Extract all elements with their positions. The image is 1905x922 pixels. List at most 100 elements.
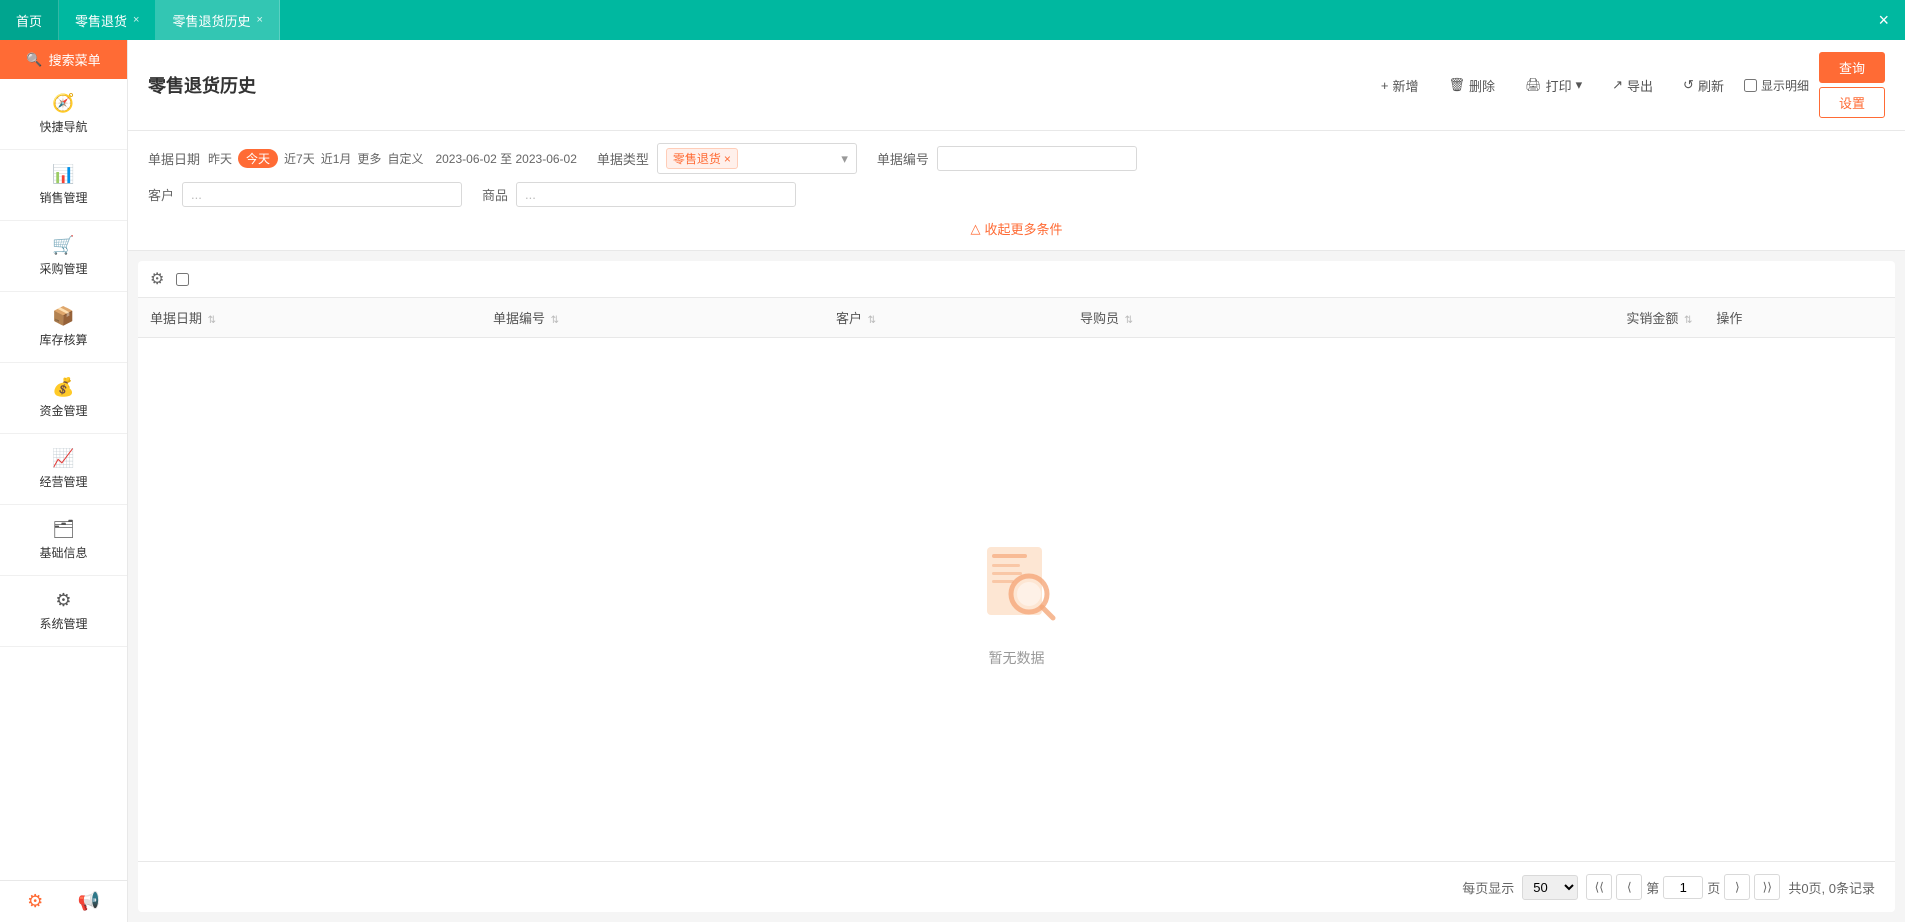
- date-range-value: 2023-06-02 至 2023-06-02: [435, 150, 576, 167]
- delete-button[interactable]: 🗑 删除: [1439, 71, 1506, 100]
- tab-retail-return-history[interactable]: 零售退货历史 ×: [156, 0, 279, 40]
- collapse-arrow-icon: △: [970, 221, 980, 237]
- voucher-type-tag-remove[interactable]: ×: [724, 152, 731, 166]
- date-option-more[interactable]: 更多: [357, 150, 381, 167]
- tab-home[interactable]: 首页: [0, 0, 59, 40]
- voucher-type-label: 单据类型: [597, 149, 649, 168]
- sidebar-item-purchase[interactable]: 🛒 采购管理: [0, 221, 127, 292]
- sales-icon: 📊: [52, 164, 74, 185]
- per-page-label: 每页显示: [1462, 878, 1514, 897]
- date-filter-group: 单据日期 昨天 今天 近7天 近1月 更多 自定义 2023-06-02 至 2…: [148, 149, 577, 168]
- table-settings-icon[interactable]: ⚙: [150, 269, 164, 289]
- sidebar-item-quicknav[interactable]: 🧭 快捷导航: [0, 79, 127, 150]
- col-num[interactable]: 单据编号 ⇅: [481, 298, 824, 338]
- date-option-1month[interactable]: 近1月: [321, 150, 352, 167]
- voucher-num-input[interactable]: [937, 146, 1137, 171]
- customer-placeholder: ...: [191, 187, 202, 202]
- export-label: 导出: [1627, 76, 1653, 95]
- filter-area: 单据日期 昨天 今天 近7天 近1月 更多 自定义 2023-06-02 至 2…: [128, 131, 1905, 251]
- sidebar-item-sales-label: 销售管理: [39, 189, 87, 206]
- col-customer-sort-icon: ⇅: [868, 315, 876, 326]
- show-detail-label: 显示明细: [1761, 77, 1809, 94]
- goods-filter-group: 商品 ...: [482, 182, 796, 207]
- refresh-button[interactable]: ↺ 刷新: [1673, 71, 1734, 100]
- sidebar-item-operations[interactable]: 📈 经营管理: [0, 434, 127, 505]
- window-close-icon[interactable]: ×: [1878, 10, 1889, 31]
- customer-select[interactable]: ...: [182, 182, 462, 207]
- new-button[interactable]: + 新增: [1371, 71, 1429, 100]
- table-head: 单据日期 ⇅ 单据编号 ⇅ 客户 ⇅ 导购员 ⇅: [138, 298, 1895, 338]
- select-all-checkbox[interactable]: [176, 273, 189, 286]
- new-label: 新增: [1393, 76, 1419, 95]
- col-guide-sort-icon: ⇅: [1125, 315, 1133, 326]
- col-guide-label: 导购员: [1080, 311, 1119, 326]
- empty-text: 暂无数据: [989, 648, 1045, 668]
- filter-row-2: 客户 ... 商品 ...: [148, 182, 1885, 207]
- per-page-select[interactable]: 50 100 200: [1522, 875, 1578, 900]
- date-option-7days[interactable]: 近7天: [284, 150, 315, 167]
- customer-label: 客户: [148, 185, 174, 204]
- tab-retail-return-close[interactable]: ×: [133, 14, 139, 26]
- setting-button[interactable]: 设置: [1819, 87, 1885, 118]
- inventory-icon: 📦: [52, 306, 74, 327]
- system-icon: ⚙: [55, 590, 71, 611]
- voucher-type-select[interactable]: 零售退货 × ▾: [657, 143, 857, 174]
- sidebar-item-finance[interactable]: 💰 资金管理: [0, 363, 127, 434]
- sidebar-search[interactable]: 🔍 搜索菜单: [0, 40, 127, 79]
- date-option-custom[interactable]: 自定义: [387, 150, 423, 167]
- page-first-button[interactable]: ⟨⟨: [1586, 874, 1612, 900]
- new-icon: +: [1381, 78, 1389, 93]
- date-option-yesterday[interactable]: 昨天: [208, 150, 232, 167]
- sidebar-item-operations-label: 经营管理: [39, 473, 87, 490]
- query-button[interactable]: 查询: [1819, 52, 1885, 83]
- col-customer-label: 客户: [836, 311, 862, 326]
- col-amount-sort-icon: ⇅: [1684, 315, 1692, 326]
- voucher-type-tag: 零售退货 ×: [666, 148, 738, 169]
- sidebar-item-sales[interactable]: 📊 销售管理: [0, 150, 127, 221]
- col-customer[interactable]: 客户 ⇅: [824, 298, 1068, 338]
- tab-retail-return[interactable]: 零售退货 ×: [59, 0, 156, 40]
- page-number-input[interactable]: [1663, 876, 1703, 899]
- collapse-button[interactable]: △ 收起更多条件: [970, 219, 1062, 238]
- show-detail-checkbox[interactable]: [1744, 79, 1757, 92]
- export-button[interactable]: ↗ 导出: [1602, 71, 1663, 100]
- top-bar-right: ×: [1862, 10, 1905, 31]
- print-button[interactable]: 🖨 打印 ▾: [1515, 71, 1592, 100]
- speaker-icon[interactable]: 📢: [77, 891, 99, 912]
- page-header: 零售退货历史 + 新增 🗑 删除 🖨 打印 ▾ ↗ 导出: [128, 40, 1905, 131]
- date-option-today[interactable]: 今天: [238, 149, 278, 168]
- sidebar-item-system[interactable]: ⚙ 系统管理: [0, 576, 127, 647]
- page-unit: 页: [1707, 878, 1720, 897]
- finance-icon: 💰: [52, 377, 74, 398]
- show-detail-checkbox-group: 显示明细: [1744, 77, 1809, 94]
- tab-retail-return-history-label: 零售退货历史: [172, 11, 250, 30]
- voucher-type-arrow-icon: ▾: [841, 151, 848, 167]
- sidebar-item-purchase-label: 采购管理: [39, 260, 87, 277]
- sidebar-item-finance-label: 资金管理: [39, 402, 87, 419]
- settings-gear-icon[interactable]: ⚙: [27, 891, 43, 912]
- page-next-button[interactable]: ⟩: [1724, 874, 1750, 900]
- basicinfo-icon: 🗂: [52, 519, 75, 540]
- table-area: ⚙ 单据日期 ⇅ 单据编号 ⇅ 客户: [138, 261, 1895, 912]
- sidebar-item-basicinfo[interactable]: 🗂 基础信息: [0, 505, 127, 576]
- top-bar: 首页 零售退货 × 零售退货历史 × ×: [0, 0, 1905, 40]
- page-last-button[interactable]: ⟩⟩: [1754, 874, 1780, 900]
- goods-select[interactable]: ...: [516, 182, 796, 207]
- col-amount[interactable]: 实销金额 ⇅: [1361, 298, 1704, 338]
- sidebar-item-quicknav-label: 快捷导航: [39, 118, 87, 135]
- sidebar-bottom: ⚙ 📢: [0, 880, 127, 922]
- sidebar-item-inventory[interactable]: 📦 库存核算: [0, 292, 127, 363]
- tab-retail-return-label: 零售退货: [75, 11, 127, 30]
- tab-retail-return-history-close[interactable]: ×: [256, 14, 262, 26]
- col-guide[interactable]: 导购员 ⇅: [1068, 298, 1361, 338]
- sidebar-item-system-label: 系统管理: [39, 615, 87, 632]
- voucher-num-filter-group: 单据编号: [877, 146, 1137, 171]
- voucher-type-filter-group: 单据类型 零售退货 × ▾: [597, 143, 857, 174]
- tab-home-label: 首页: [16, 11, 42, 30]
- date-options: 昨天 今天 近7天 近1月 更多 自定义: [208, 149, 423, 168]
- refresh-label: 刷新: [1698, 76, 1724, 95]
- page-prev-button[interactable]: ⟨: [1616, 874, 1642, 900]
- content-area: 零售退货历史 + 新增 🗑 删除 🖨 打印 ▾ ↗ 导出: [128, 40, 1905, 922]
- col-date[interactable]: 单据日期 ⇅: [138, 298, 481, 338]
- search-icon: 🔍: [26, 52, 42, 68]
